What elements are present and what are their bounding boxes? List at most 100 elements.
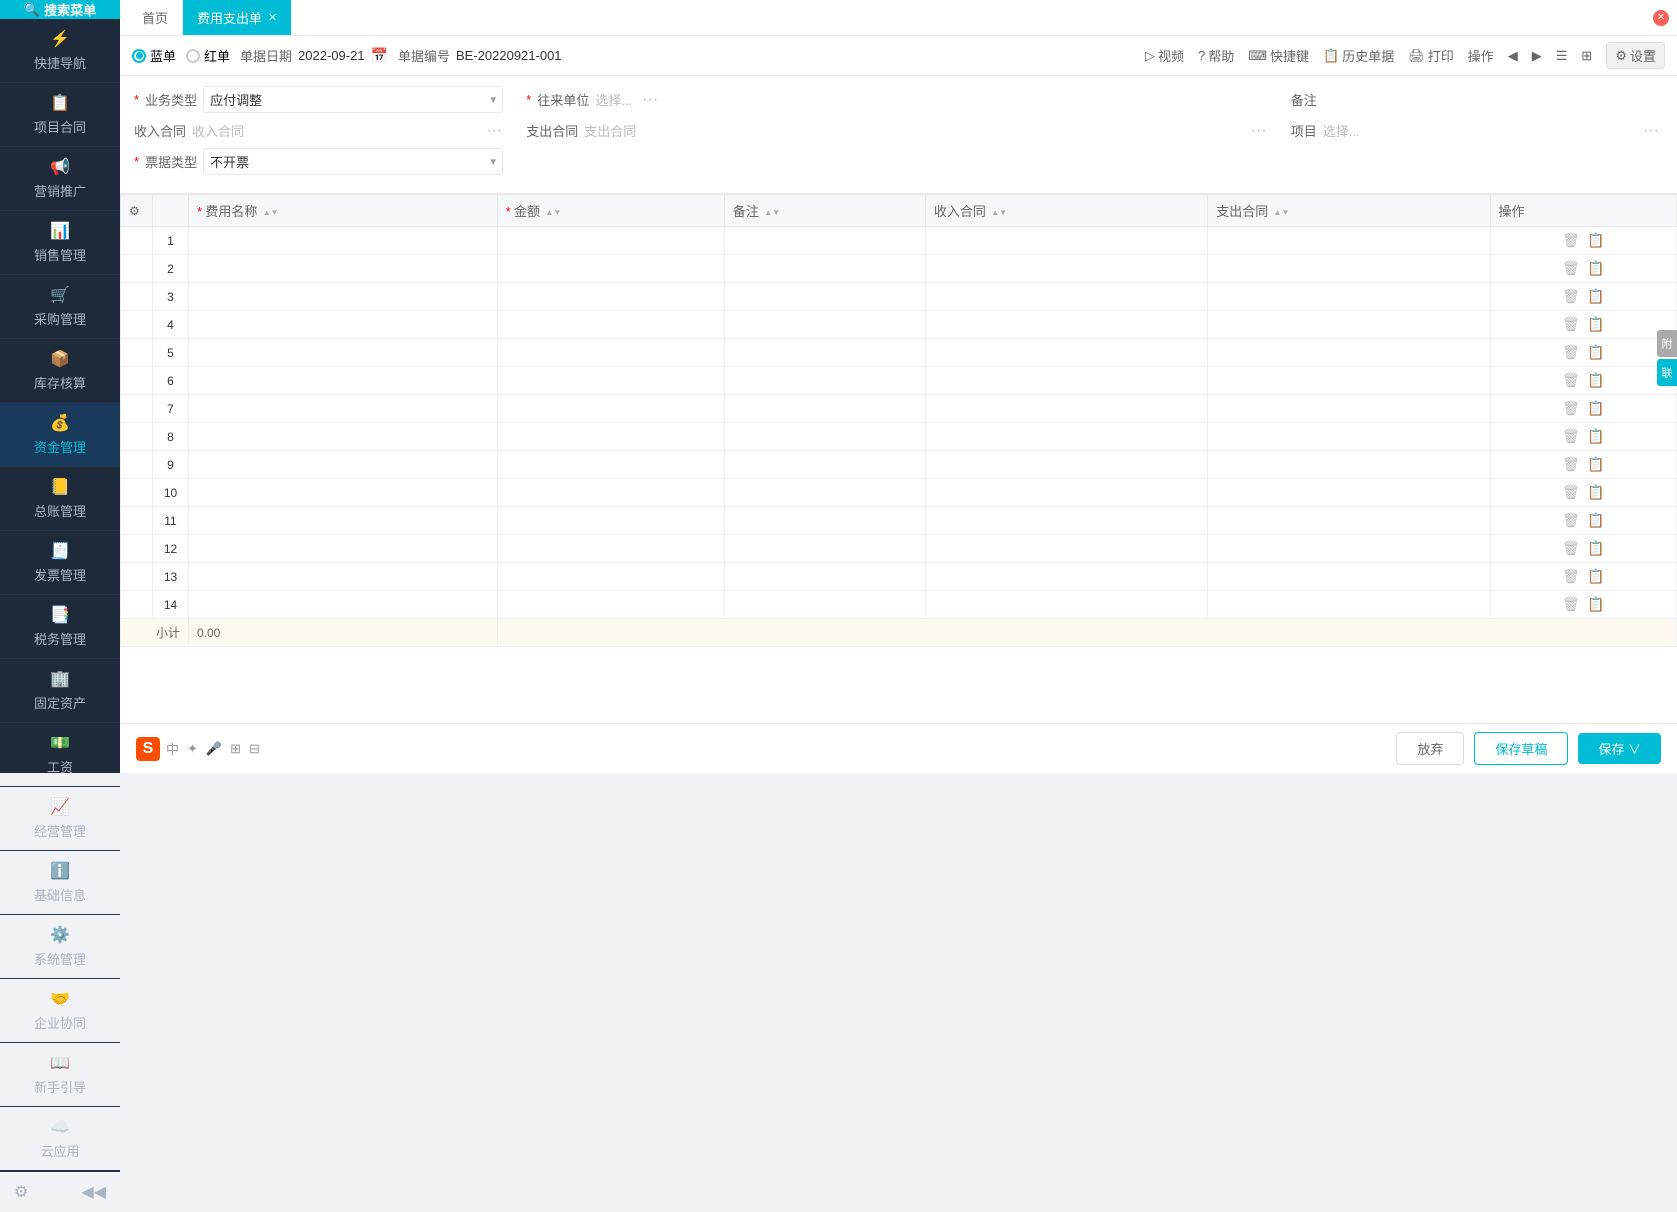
save-button[interactable]: 保存 ∨ [1578,733,1661,764]
delete-icon[interactable]: 🗑 [1562,512,1580,528]
sidebar-item-invoice[interactable]: 🧾 发票管理 [0,531,120,595]
remark-cell[interactable] [724,339,925,367]
income-contract-cell[interactable] [925,451,1207,479]
sidebar-item-ledger[interactable]: 📒 总账管理 [0,467,120,531]
expense-contract-cell[interactable] [1208,423,1490,451]
amount-cell[interactable] [497,311,724,339]
expense-contract-cell[interactable] [1208,563,1490,591]
expense-name-cell[interactable] [189,563,498,591]
business-type-select[interactable]: 应付调整 ▾ [203,86,503,113]
delete-icon[interactable]: 🗑 [1562,232,1580,248]
expense-contract-cell[interactable] [1208,255,1490,283]
delete-icon[interactable]: 🗑 [1562,372,1580,388]
expense-contract-cell[interactable] [1208,451,1490,479]
expense-contract-cell[interactable] [1208,367,1490,395]
tab-close-icon[interactable]: ✕ [268,11,277,24]
nav-next-button[interactable]: ▶ [1532,48,1542,64]
sidebar-item-new-guide[interactable]: 📖 新手引导 [0,1043,120,1107]
sidebar-item-inventory[interactable]: 📦 库存核算 [0,339,120,403]
copy-icon[interactable]: 📋 [1587,400,1604,416]
income-contract-cell[interactable] [925,255,1207,283]
help-button[interactable]: ? 帮助 [1198,46,1234,65]
remark-cell[interactable] [724,311,925,339]
expense-name-cell[interactable] [189,591,498,619]
remark-cell[interactable] [724,479,925,507]
copy-icon[interactable]: 📋 [1587,372,1604,388]
remark-cell[interactable] [724,367,925,395]
amount-cell[interactable] [497,255,724,283]
partner-dots[interactable]: ··· [638,91,662,109]
expense-contract-cell[interactable] [1208,535,1490,563]
th-remark[interactable]: 备注 ▲▼ [724,195,925,227]
income-contract-cell[interactable] [925,563,1207,591]
expense-contract-cell[interactable] [1208,311,1490,339]
copy-icon[interactable]: 📋 [1587,428,1604,444]
remark-cell[interactable] [724,563,925,591]
income-contract-cell[interactable] [925,479,1207,507]
red-single-radio[interactable]: 红单 [186,46,230,65]
income-contract-cell[interactable] [925,507,1207,535]
expense-name-cell[interactable] [189,535,498,563]
print-button[interactable]: 🖨 打印 [1408,46,1454,65]
settings-button[interactable]: ⚙ 设置 [1606,42,1665,69]
sidebar-item-system[interactable]: ⚙️ 系统管理 [0,915,120,979]
shortcut-button[interactable]: ⌨ 快捷键 [1248,46,1309,65]
remark-cell[interactable] [724,227,925,255]
expense-name-cell[interactable] [189,451,498,479]
copy-icon[interactable]: 📋 [1587,456,1604,472]
expense-contract-cell[interactable] [1208,395,1490,423]
amount-cell[interactable] [497,451,724,479]
income-contract-cell[interactable] [925,311,1207,339]
expense-name-cell[interactable] [189,423,498,451]
copy-icon[interactable]: 📋 [1587,540,1604,556]
video-button[interactable]: ▷ 视频 [1145,46,1184,65]
amount-cell[interactable] [497,563,724,591]
amount-cell[interactable] [497,507,724,535]
partner-input[interactable]: 选择... [595,90,632,109]
expense-name-cell[interactable] [189,395,498,423]
sidebar-item-tax[interactable]: 📑 税务管理 [0,595,120,659]
amount-cell[interactable] [497,367,724,395]
income-contract-input[interactable]: 收入合同 [192,121,476,140]
delete-icon[interactable]: 🗑 [1562,344,1580,360]
remark-cell[interactable] [724,507,925,535]
copy-icon[interactable]: 📋 [1587,484,1604,500]
income-contract-cell[interactable] [925,591,1207,619]
income-contract-cell[interactable] [925,283,1207,311]
settings-icon[interactable]: ⚙ [14,1182,28,1202]
sidebar-header[interactable]: 🔍 搜索菜单 [0,0,120,19]
sidebar-item-operations[interactable]: 📈 经营管理 [0,787,120,851]
delete-icon[interactable]: 🗑 [1562,316,1580,332]
expense-name-cell[interactable] [189,255,498,283]
remark-cell[interactable] [724,395,925,423]
remark-cell[interactable] [724,423,925,451]
sidebar-item-sales[interactable]: 📊 销售管理 [0,211,120,275]
remark-cell[interactable] [724,283,925,311]
delete-icon[interactable]: 🗑 [1562,596,1580,612]
expense-contract-cell[interactable] [1208,283,1490,311]
delete-icon[interactable]: 🗑 [1562,260,1580,276]
sort-arrows-amount[interactable]: ▲▼ [545,208,561,217]
right-tab-attachment[interactable]: 附 [1657,330,1677,357]
th-amount[interactable]: * 金额 ▲▼ [497,195,724,227]
income-contract-cell[interactable] [925,227,1207,255]
income-contract-cell[interactable] [925,339,1207,367]
sidebar-item-quick-nav[interactable]: ⚡ 快捷导航 [0,19,120,83]
remark-cell[interactable] [724,535,925,563]
amount-cell[interactable] [497,535,724,563]
tab-home[interactable]: 首页 [128,0,183,35]
amount-cell[interactable] [497,591,724,619]
expense-name-cell[interactable] [189,479,498,507]
amount-cell[interactable] [497,227,724,255]
remark-cell[interactable] [724,451,925,479]
sidebar-item-capital[interactable]: 💰 资金管理 [0,403,120,467]
remark-cell[interactable] [724,255,925,283]
expense-name-cell[interactable] [189,283,498,311]
copy-icon[interactable]: 📋 [1587,568,1604,584]
amount-cell[interactable] [497,395,724,423]
blue-single-radio[interactable]: 蓝单 [132,46,176,65]
delete-icon[interactable]: 🗑 [1562,540,1580,556]
income-contract-dots[interactable]: ··· [482,122,506,140]
save-draft-button[interactable]: 保存草稿 [1474,732,1568,765]
income-contract-cell[interactable] [925,535,1207,563]
